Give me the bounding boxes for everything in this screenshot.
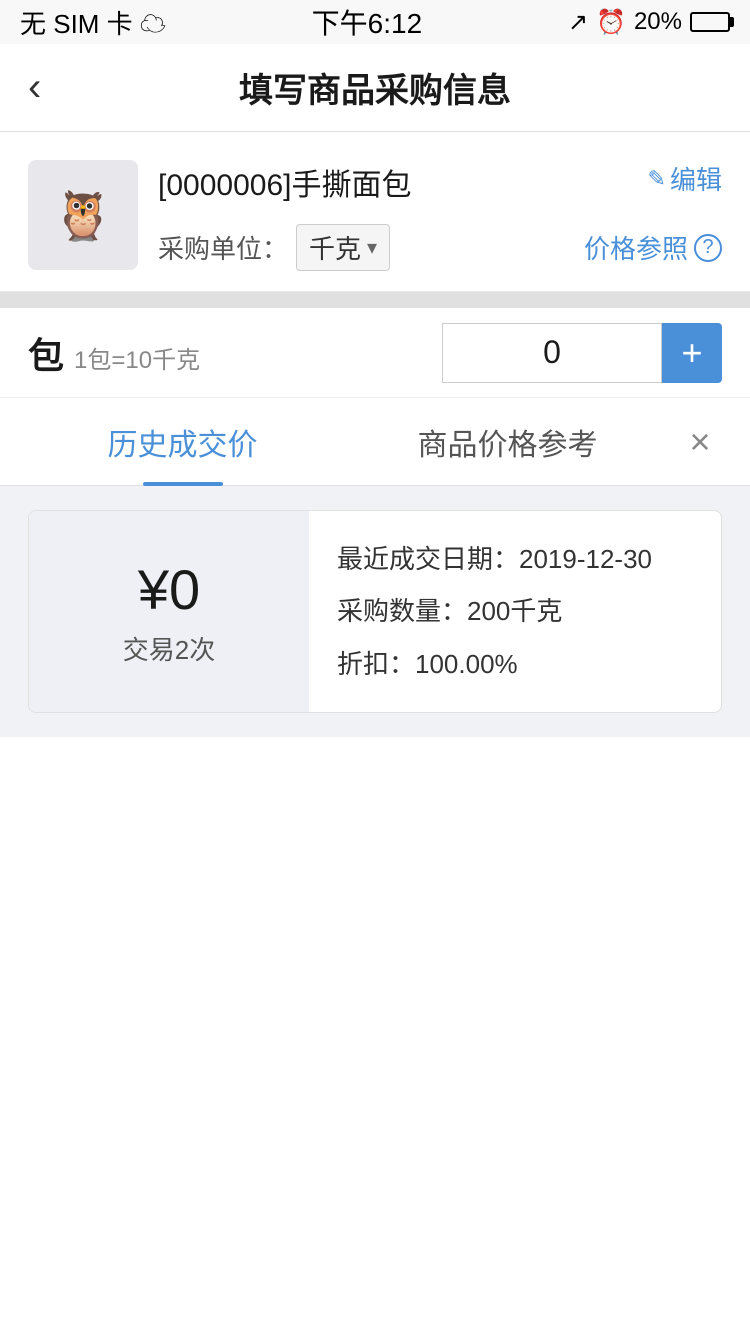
tabs-header: 历史成交价 商品价格参考 × — [0, 398, 750, 486]
quantity-plus-button[interactable]: + — [662, 323, 722, 383]
recent-date-value: 2019-12-30 — [519, 544, 652, 574]
tab-active-indicator — [143, 482, 223, 486]
unit-value: 千克 — [309, 229, 361, 266]
unit-prefix-label: 采购单位： — [158, 229, 288, 266]
product-header: [0000006]手撕面包 ✎ 编辑 — [158, 160, 722, 204]
discount: 折扣：100.00% — [337, 646, 693, 682]
quantity-input[interactable] — [442, 323, 662, 383]
price-card-container: ¥0 交易2次 最近成交日期：2019-12-30 采购数量：200千克 折扣：… — [0, 486, 750, 737]
status-left: 无 SIM 卡 ☁ — [20, 4, 166, 41]
edit-label: 编辑 — [670, 160, 722, 197]
quantity-label: 采购数量： — [337, 596, 467, 626]
product-logo-icon: 🦉 — [53, 187, 113, 244]
main-content-area — [0, 737, 750, 1337]
section-divider — [0, 292, 750, 308]
status-time: 下午6:12 — [312, 2, 423, 42]
quantity-conversion: 1包=10千克 — [74, 340, 200, 375]
edit-button[interactable]: ✎ 编辑 — [648, 160, 722, 197]
chevron-down-icon: ▾ — [367, 235, 377, 260]
trade-count: 交易2次 — [123, 630, 215, 667]
alarm-icon: ⏰ — [596, 8, 626, 37]
price-ref-label: 价格参照 — [584, 229, 688, 266]
location-icon: ↗ — [568, 8, 588, 37]
product-info: [0000006]手撕面包 ✎ 编辑 采购单位： 千克 ▾ 价格参照 ? — [158, 160, 722, 271]
quantity-value: 200千克 — [467, 596, 562, 626]
tabs-panel: 历史成交价 商品价格参考 × ¥0 交易2次 最近成交日期：2019-12-30… — [0, 398, 750, 737]
price-card: ¥0 交易2次 最近成交日期：2019-12-30 采购数量：200千克 折扣：… — [28, 510, 722, 713]
recent-date: 最近成交日期：2019-12-30 — [337, 541, 693, 577]
quantity-unit-label: 包 — [28, 327, 64, 379]
price-summary: ¥0 交易2次 — [29, 511, 309, 712]
purchase-quantity: 采购数量：200千克 — [337, 593, 693, 629]
help-icon: ? — [694, 234, 722, 262]
product-name: [0000006]手撕面包 — [158, 160, 411, 204]
price-details: 最近成交日期：2019-12-30 采购数量：200千克 折扣：100.00% — [309, 511, 721, 712]
status-right: ↗ ⏰ 20% — [568, 8, 730, 37]
recent-date-label: 最近成交日期： — [337, 544, 519, 574]
unit-select[interactable]: 千克 ▾ — [296, 224, 390, 271]
tab-history-price[interactable]: 历史成交价 — [20, 398, 345, 486]
quantity-right: + — [442, 323, 722, 383]
tab1-label: 历史成交价 — [108, 420, 258, 464]
product-card: 🦉 [0000006]手撕面包 ✎ 编辑 采购单位： 千克 ▾ 价格参照 ? — [0, 132, 750, 292]
discount-label: 折扣： — [337, 649, 415, 679]
quantity-row: 包 1包=10千克 + — [0, 308, 750, 398]
tab-product-price-ref[interactable]: 商品价格参考 — [345, 398, 670, 486]
product-image: 🦉 — [28, 160, 138, 270]
discount-value: 100.00% — [415, 649, 518, 679]
price-amount: ¥0 — [138, 557, 200, 622]
sim-label: 无 SIM 卡 ☁ — [20, 4, 166, 41]
tab2-label: 商品价格参考 — [418, 420, 598, 464]
battery-percent: 20% — [634, 8, 682, 36]
tabs-close-button[interactable]: × — [670, 412, 730, 472]
quantity-left: 包 1包=10千克 — [28, 327, 200, 379]
price-reference-button[interactable]: 价格参照 ? — [584, 229, 722, 266]
status-bar: 无 SIM 卡 ☁ 下午6:12 ↗ ⏰ 20% — [0, 0, 750, 44]
nav-bar: ‹ 填写商品采购信息 — [0, 44, 750, 132]
battery-icon — [690, 12, 730, 32]
page-title: 填写商品采购信息 — [239, 63, 511, 112]
back-button[interactable]: ‹ — [28, 65, 41, 110]
product-unit-row: 采购单位： 千克 ▾ 价格参照 ? — [158, 224, 722, 271]
edit-icon: ✎ — [648, 166, 666, 192]
